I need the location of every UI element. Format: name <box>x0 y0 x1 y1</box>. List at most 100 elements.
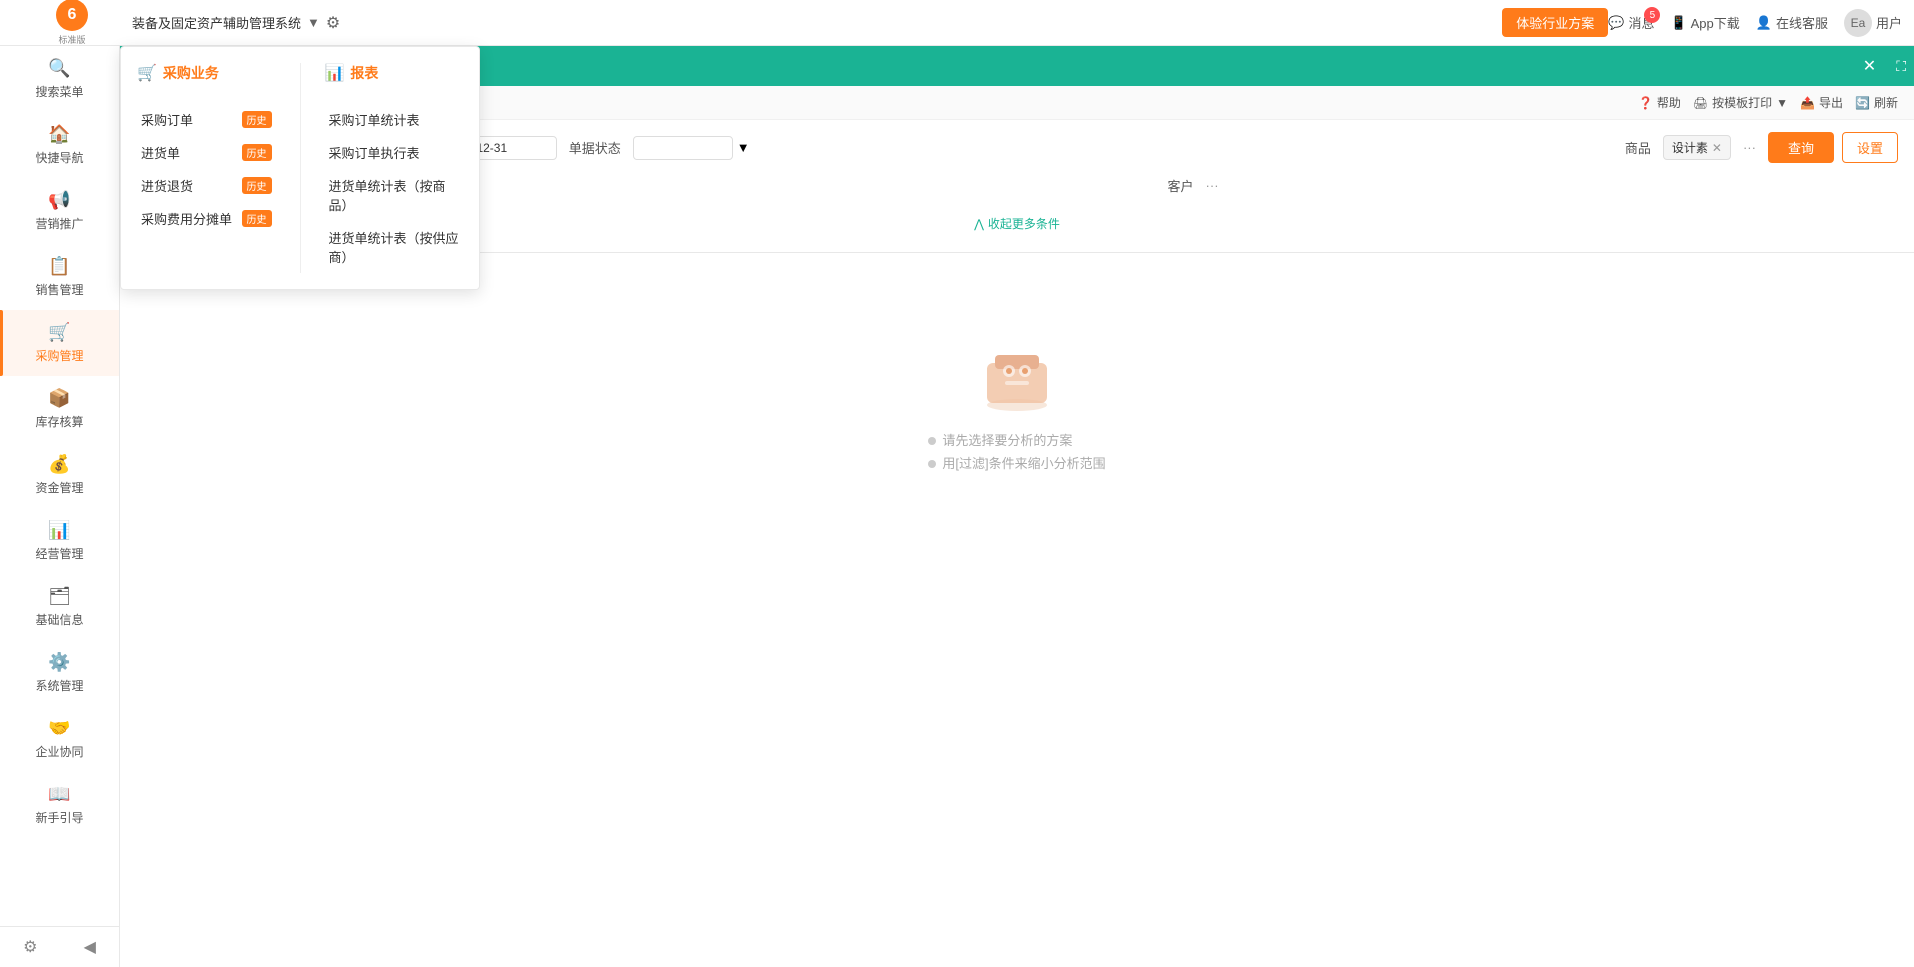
dropdown-col-purchase: 🛒 采购业务 采购订单 历史 进货单 历史 进货退货 历史 采购费用分摊单 历史 <box>137 63 276 273</box>
print-label: 按模板打印 <box>1712 94 1772 111</box>
tab-close-all-icon[interactable]: ✕ <box>1851 56 1888 76</box>
sidebar-item-operations-label: 经营管理 <box>35 545 83 562</box>
goods-label: 商品 <box>1625 138 1651 157</box>
dropdown-col-purchase-label: 采购业务 <box>163 63 219 83</box>
refresh-button[interactable]: 🔄 刷新 <box>1855 94 1898 111</box>
inbound-history: 历史 <box>242 144 272 161</box>
logo: 6 标准版 <box>12 0 132 46</box>
sidebar-settings-btn[interactable]: ⚙ <box>23 937 37 957</box>
dropdown-divider <box>300 63 301 273</box>
sidebar-item-system-label: 系统管理 <box>35 677 83 694</box>
settings-icon[interactable]: ⚙ <box>326 13 340 33</box>
operations-icon: 📊 <box>48 520 70 541</box>
dropdown-item-purchase-order-exec[interactable]: 采购订单执行表 <box>325 136 464 169</box>
sidebar-item-search-label: 搜索菜单 <box>35 83 83 100</box>
dropdown-item-inbound-stats-supplier[interactable]: 进货单统计表（按供应商） <box>325 221 464 273</box>
system-icon: ⚙️ <box>48 652 70 673</box>
export-button[interactable]: 📤 导出 <box>1800 94 1843 111</box>
goods-tag-remove[interactable]: ✕ <box>1712 141 1722 155</box>
sidebar-item-purchase[interactable]: 🛒 采购管理 <box>0 310 119 376</box>
reports-col-icon: 📊 <box>325 63 345 83</box>
inbound-stats-supplier-label: 进货单统计表（按供应商） <box>329 228 460 266</box>
newbie-icon: 📖 <box>48 784 70 805</box>
dropdown-col-purchase-title: 🛒 采购业务 <box>137 63 276 91</box>
help-icon: ❓ <box>1638 96 1653 110</box>
dot-1 <box>928 437 936 445</box>
sidebar-item-inventory[interactable]: 📦 库存核算 <box>0 376 119 442</box>
purchase-order-history: 历史 <box>242 111 272 128</box>
filter-settings-button[interactable]: 设置 <box>1842 132 1898 163</box>
dropdown-item-inbound[interactable]: 进货单 历史 <box>137 136 276 169</box>
topbar: 6 标准版 装备及固定资产辅助管理系统 ▼ ⚙ 体验行业方案 💬 消息 5 📱 … <box>0 0 1914 46</box>
sales-icon: 📋 <box>48 256 70 277</box>
goods-tag-value: 设计素 <box>1672 139 1708 156</box>
empty-hint-2: 用[过滤]条件来缩小分析范围 <box>928 452 1105 475</box>
help-label: 帮助 <box>1657 94 1681 111</box>
print-icon: 🖨 <box>1693 96 1708 110</box>
inbound-label: 进货单 <box>141 143 180 162</box>
help-button[interactable]: ❓ 帮助 <box>1638 94 1681 111</box>
query-button[interactable]: 查询 <box>1768 132 1834 163</box>
sidebar-item-system[interactable]: ⚙️ 系统管理 <box>0 640 119 706</box>
empty-state: 请先选择要分析的方案 用[过滤]条件来缩小分析范围 <box>120 253 1914 556</box>
dropdown-item-purchase-expense[interactable]: 采购费用分摊单 历史 <box>137 202 276 235</box>
sidebar-item-newbie[interactable]: 📖 新手引导 <box>0 772 119 838</box>
refresh-label: 刷新 <box>1874 94 1898 111</box>
sidebar-item-finance[interactable]: 💰 资金管理 <box>0 442 119 508</box>
dropdown-item-inbound-return[interactable]: 进货退货 历史 <box>137 169 276 202</box>
customer-label: 客户 <box>1168 176 1194 195</box>
print-button[interactable]: 🖨 按模板打印 ▼ <box>1693 94 1788 111</box>
print-dropdown-icon: ▼ <box>1776 96 1788 110</box>
goods-more[interactable]: ··· <box>1743 140 1756 155</box>
sidebar-item-operations[interactable]: 📊 经营管理 <box>0 508 119 574</box>
sidebar-item-marketing[interactable]: 📢 营销推广 <box>0 178 119 244</box>
sidebar-item-inventory-label: 库存核算 <box>35 413 83 430</box>
dropdown-item-purchase-order-stats[interactable]: 采购订单统计表 <box>325 103 464 136</box>
sidebar-item-newbie-label: 新手引导 <box>35 809 83 826</box>
basic-icon: 🗂 <box>48 586 71 607</box>
tab-expand-icon[interactable]: ⛶ <box>1888 58 1914 75</box>
status-select[interactable] <box>633 136 733 160</box>
empty-hint-2-text: 用[过滤]条件来缩小分析范围 <box>942 452 1105 475</box>
goods-tag: 设计素 ✕ <box>1663 135 1731 160</box>
dropdown-cols: 🛒 采购业务 采购订单 历史 进货单 历史 进货退货 历史 采购费用分摊单 历史 <box>137 63 463 273</box>
inventory-icon: 📦 <box>48 388 70 409</box>
sidebar-item-sales-label: 销售管理 <box>35 281 83 298</box>
status-dropdown-icon: ▼ <box>737 140 750 155</box>
dropdown-item-inbound-stats-goods[interactable]: 进货单统计表（按商品） <box>325 169 464 221</box>
sidebar-item-sales[interactable]: 📋 销售管理 <box>0 244 119 310</box>
system-dropdown-icon[interactable]: ▼ <box>307 15 320 30</box>
home-icon: 🏠 <box>48 124 70 145</box>
online-service-label: 在线客服 <box>1776 13 1828 32</box>
dropdown-item-purchase-order[interactable]: 采购订单 历史 <box>137 103 276 136</box>
message-badge: 5 <box>1644 7 1660 23</box>
customer-more[interactable]: ··· <box>1206 178 1219 193</box>
industry-button[interactable]: 体验行业方案 <box>1502 8 1608 37</box>
status-label: 单据状态 <box>569 138 621 157</box>
system-name: 装备及固定资产辅助管理系统 <box>132 13 301 32</box>
empty-hint-1-text: 请先选择要分析的方案 <box>942 429 1072 452</box>
sidebar-item-basic-label: 基础信息 <box>35 611 83 628</box>
online-service-button[interactable]: 👤 在线客服 <box>1756 13 1828 32</box>
dot-2 <box>928 460 936 468</box>
dropdown-col-reports: 📊 报表 采购订单统计表 采购订单执行表 进货单统计表（按商品） 进货单统计表（… <box>325 63 464 273</box>
user-menu[interactable]: Ea 用户 <box>1844 9 1902 37</box>
collapse-label: 收起更多条件 <box>988 215 1060 232</box>
export-label: 导出 <box>1819 94 1843 111</box>
sidebar-item-search[interactable]: 🔍 搜索菜单 <box>0 46 119 112</box>
purchase-col-icon: 🛒 <box>137 63 157 83</box>
sidebar-item-corp[interactable]: 🤝 企业协同 <box>0 706 119 772</box>
topbar-right: 💬 消息 5 📱 App下载 👤 在线客服 Ea 用户 <box>1608 9 1902 37</box>
sidebar-item-purchase-label: 采购管理 <box>35 347 83 364</box>
sidebar-item-corp-label: 企业协同 <box>35 743 83 760</box>
message-button[interactable]: 💬 消息 5 <box>1608 13 1654 32</box>
sidebar-item-quick[interactable]: 🏠 快捷导航 <box>0 112 119 178</box>
app-download-label: App下载 <box>1691 13 1740 32</box>
sidebar-item-basic[interactable]: 🗂 基础信息 <box>0 574 119 640</box>
purchase-expense-label: 采购费用分摊单 <box>141 209 232 228</box>
refresh-icon: 🔄 <box>1855 96 1870 110</box>
sidebar-collapse-btn[interactable]: ◀ <box>84 937 96 957</box>
purchase-icon: 🛒 <box>48 322 70 343</box>
export-icon: 📤 <box>1800 96 1815 110</box>
app-download-button[interactable]: 📱 App下载 <box>1670 13 1739 32</box>
